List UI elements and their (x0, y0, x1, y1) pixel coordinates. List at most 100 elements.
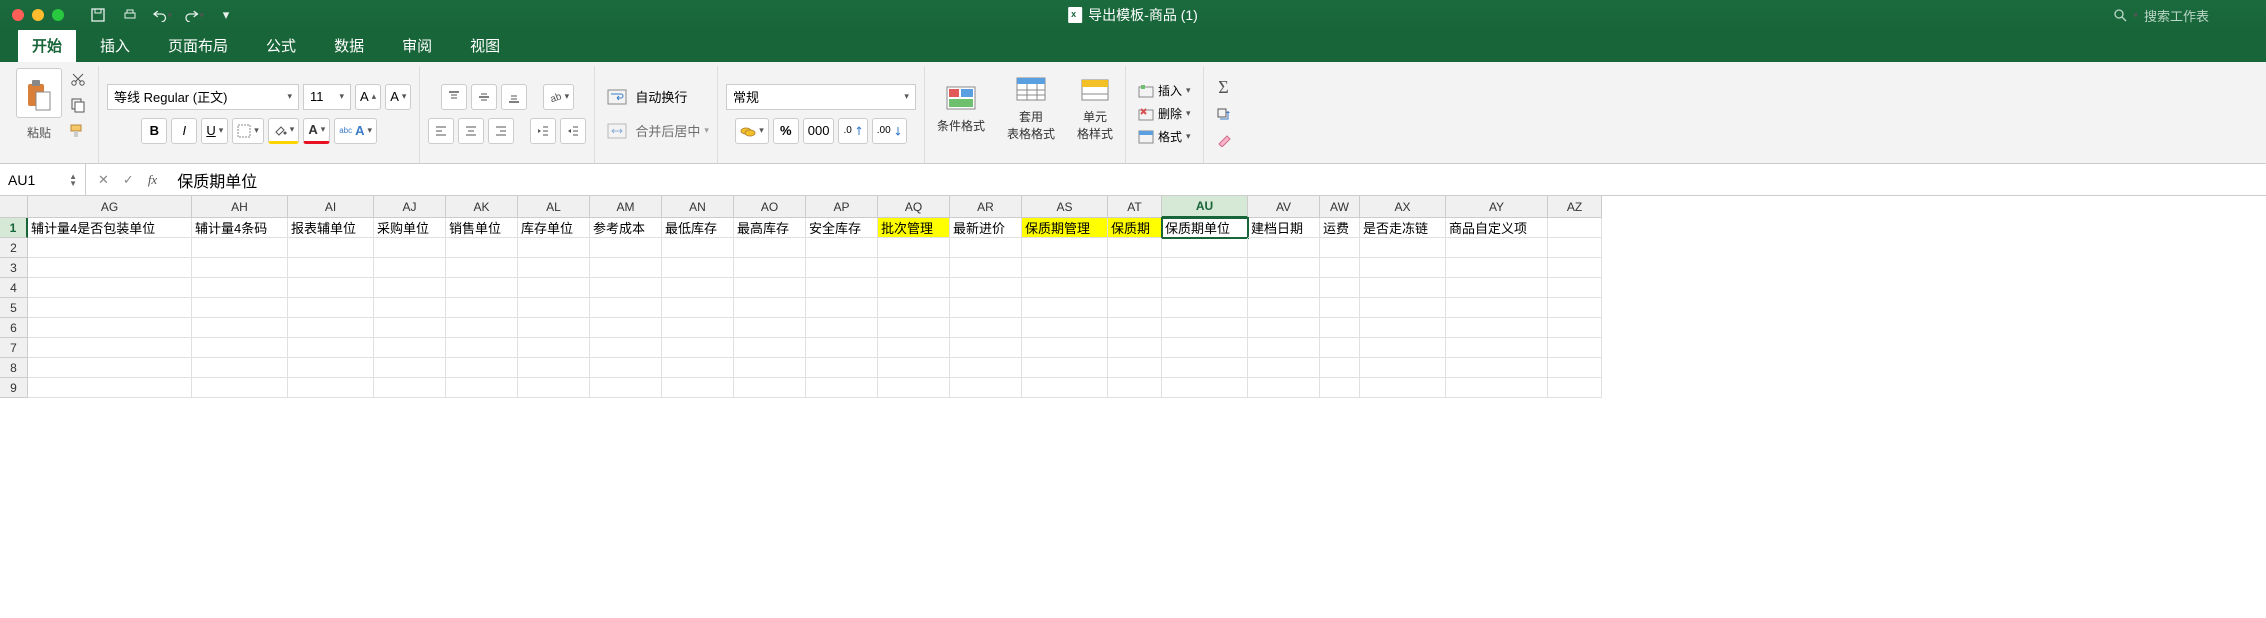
cell-AH7[interactable] (192, 338, 288, 358)
cell-AW7[interactable] (1320, 338, 1360, 358)
cell-AZ1[interactable] (1548, 218, 1602, 238)
align-bottom-icon[interactable] (501, 84, 527, 110)
paste-button[interactable] (16, 68, 62, 118)
cell-AI5[interactable] (288, 298, 374, 318)
cell-AL7[interactable] (518, 338, 590, 358)
cell-AR8[interactable] (950, 358, 1022, 378)
cell-AQ2[interactable] (878, 238, 950, 258)
cell-AV8[interactable] (1248, 358, 1320, 378)
cell-AM6[interactable] (590, 318, 662, 338)
cell-AG6[interactable] (28, 318, 192, 338)
cell-AM5[interactable] (590, 298, 662, 318)
font-name-select[interactable]: 等线 Regular (正文)▾ (107, 84, 299, 110)
minimize-window-button[interactable] (32, 9, 44, 21)
cell-AU8[interactable] (1162, 358, 1248, 378)
cell-AN1[interactable]: 最低库存 (662, 218, 734, 238)
cell-AT3[interactable] (1108, 258, 1162, 278)
cell-AI7[interactable] (288, 338, 374, 358)
italic-button[interactable]: I (171, 118, 197, 144)
cell-AJ6[interactable] (374, 318, 446, 338)
cell-AW3[interactable] (1320, 258, 1360, 278)
cell-AS1[interactable]: 保质期管理 (1022, 218, 1108, 238)
undo-icon[interactable]: ▾ (152, 5, 172, 25)
cell-AH8[interactable] (192, 358, 288, 378)
comma-style-button[interactable]: 000 (803, 118, 835, 144)
cell-AT7[interactable] (1108, 338, 1162, 358)
name-box[interactable]: AU1 ▲▼ (0, 164, 86, 195)
cell-AJ9[interactable] (374, 378, 446, 398)
cell-AH5[interactable] (192, 298, 288, 318)
fill-color-button[interactable]: ▾ (268, 118, 300, 144)
cell-AV7[interactable] (1248, 338, 1320, 358)
cell-AV9[interactable] (1248, 378, 1320, 398)
decrease-indent-icon[interactable] (530, 118, 556, 144)
cell-AQ1[interactable]: 批次管理 (878, 218, 950, 238)
column-header-AN[interactable]: AN (662, 196, 734, 218)
increase-indent-icon[interactable] (560, 118, 586, 144)
cell-AO3[interactable] (734, 258, 806, 278)
cell-AK1[interactable]: 销售单位 (446, 218, 518, 238)
cell-AS3[interactable] (1022, 258, 1108, 278)
cell-AW4[interactable] (1320, 278, 1360, 298)
increase-font-icon[interactable]: A▴ (355, 84, 381, 110)
cell-AS5[interactable] (1022, 298, 1108, 318)
cell-AG7[interactable] (28, 338, 192, 358)
tab-page-layout[interactable]: 页面布局 (154, 29, 242, 62)
cell-AU3[interactable] (1162, 258, 1248, 278)
cell-AQ8[interactable] (878, 358, 950, 378)
cell-AL2[interactable] (518, 238, 590, 258)
cell-AL6[interactable] (518, 318, 590, 338)
cell-AU4[interactable] (1162, 278, 1248, 298)
cell-AQ4[interactable] (878, 278, 950, 298)
cell-AZ7[interactable] (1548, 338, 1602, 358)
column-header-AZ[interactable]: AZ (1548, 196, 1602, 218)
font-size-select[interactable]: 11▾ (303, 84, 351, 110)
column-header-AL[interactable]: AL (518, 196, 590, 218)
cell-AY5[interactable] (1446, 298, 1548, 318)
row-header-6[interactable]: 6 (0, 318, 28, 338)
cell-AY9[interactable] (1446, 378, 1548, 398)
cell-AT2[interactable] (1108, 238, 1162, 258)
cell-AR5[interactable] (950, 298, 1022, 318)
save-icon[interactable] (88, 5, 108, 25)
align-left-icon[interactable] (428, 118, 454, 144)
cell-AJ4[interactable] (374, 278, 446, 298)
cell-AV2[interactable] (1248, 238, 1320, 258)
search-area[interactable]: ▾ 搜索工作表 (2113, 6, 2254, 25)
cell-AM7[interactable] (590, 338, 662, 358)
cell-AM2[interactable] (590, 238, 662, 258)
autosum-icon[interactable]: Σ (1212, 78, 1236, 98)
cell-AK3[interactable] (446, 258, 518, 278)
cell-AK4[interactable] (446, 278, 518, 298)
cell-AZ4[interactable] (1548, 278, 1602, 298)
delete-cells-button[interactable]: 删除▾ (1134, 104, 1195, 123)
cell-AR1[interactable]: 最新进价 (950, 218, 1022, 238)
copy-icon[interactable] (66, 95, 90, 115)
formula-input[interactable]: 保质期单位 (169, 168, 2266, 192)
cell-AU7[interactable] (1162, 338, 1248, 358)
cell-AR7[interactable] (950, 338, 1022, 358)
row-header-4[interactable]: 4 (0, 278, 28, 298)
cell-AH1[interactable]: 辅计量4条码 (192, 218, 288, 238)
maximize-window-button[interactable] (52, 9, 64, 21)
cell-AH9[interactable] (192, 378, 288, 398)
cell-AR4[interactable] (950, 278, 1022, 298)
cell-AY1[interactable]: 商品自定义项 (1446, 218, 1548, 238)
cell-AT1[interactable]: 保质期 (1108, 218, 1162, 238)
column-header-AX[interactable]: AX (1360, 196, 1446, 218)
cell-AX9[interactable] (1360, 378, 1446, 398)
cell-AV1[interactable]: 建档日期 (1248, 218, 1320, 238)
cell-AL9[interactable] (518, 378, 590, 398)
cell-AO7[interactable] (734, 338, 806, 358)
border-button[interactable]: ▾ (232, 118, 264, 144)
cell-AP7[interactable] (806, 338, 878, 358)
cell-AT9[interactable] (1108, 378, 1162, 398)
cell-AW8[interactable] (1320, 358, 1360, 378)
cell-AK5[interactable] (446, 298, 518, 318)
redo-icon[interactable]: ▾ (184, 5, 204, 25)
cell-AS8[interactable] (1022, 358, 1108, 378)
cell-AL1[interactable]: 库存单位 (518, 218, 590, 238)
align-top-icon[interactable] (441, 84, 467, 110)
cell-AJ2[interactable] (374, 238, 446, 258)
cell-AP9[interactable] (806, 378, 878, 398)
